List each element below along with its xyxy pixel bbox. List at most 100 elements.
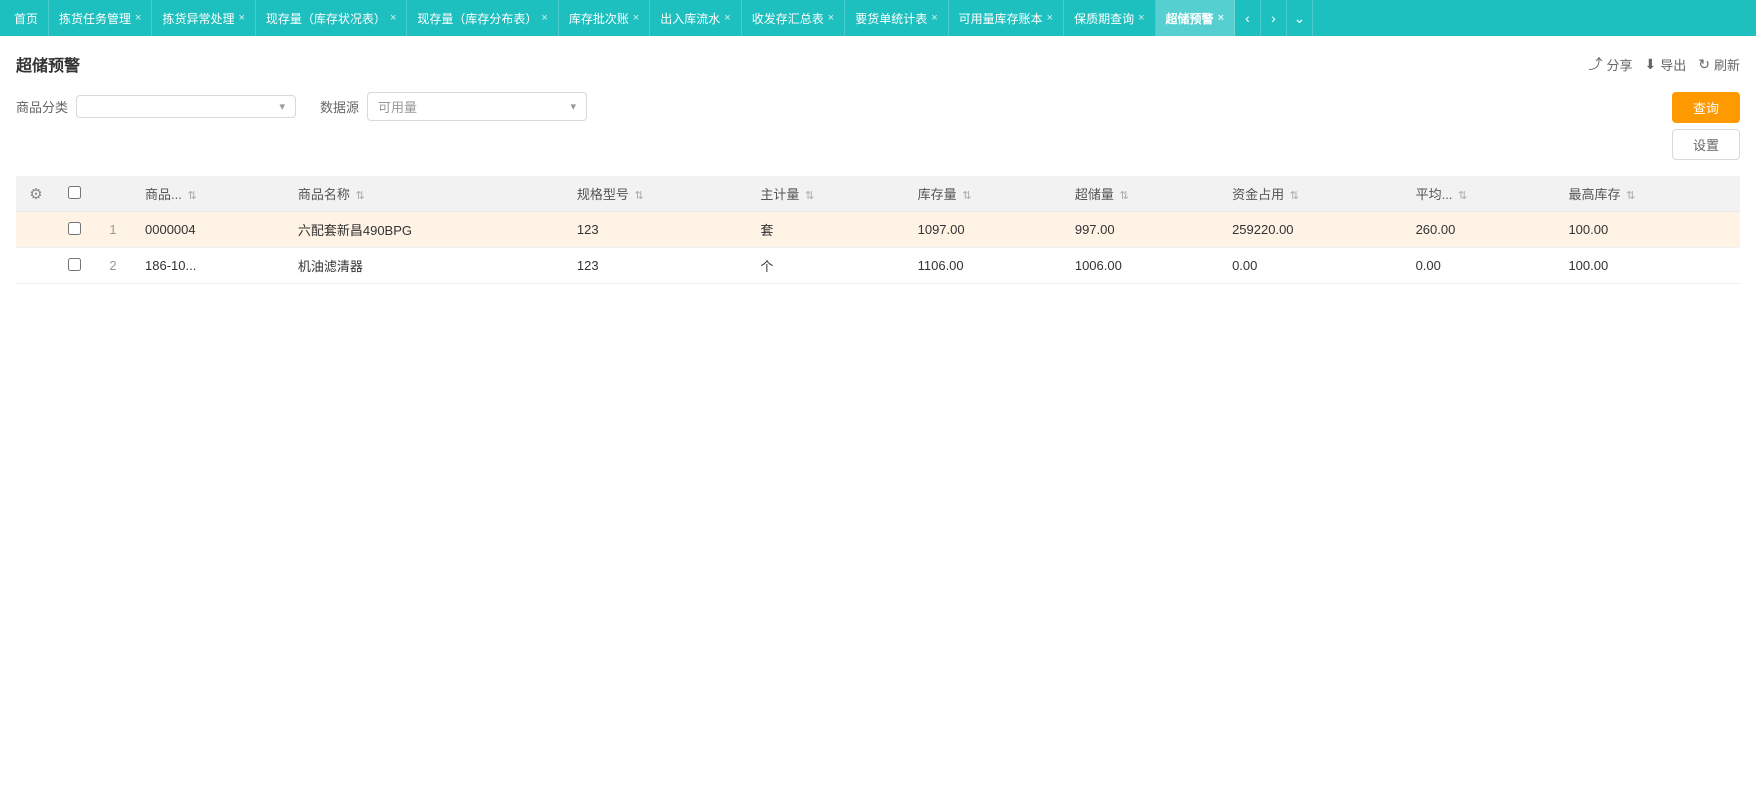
gear-icon[interactable]: ⚙ <box>29 186 42 203</box>
close-icon[interactable]: × <box>1047 12 1053 24</box>
page-header: 超储预警 ⤴ 分享 ⬇ 导出 ↻ 刷新 <box>16 52 1740 76</box>
data-table: ⚙ 商品... ⇅ 商品名称 ⇅ 规格型号 ⇅ <box>16 176 1740 284</box>
col-checkbox-header <box>56 176 93 212</box>
nav-tab-stock-dist[interactable]: 现存量（库存分布表） × <box>407 0 558 36</box>
row-product-name: 机油滤清器 <box>286 248 565 284</box>
col-num-header <box>93 176 133 212</box>
sort-icon[interactable]: ⇅ <box>1626 190 1635 202</box>
row-spec: 123 <box>565 212 749 248</box>
nav-menu-arrow[interactable]: ⌄ <box>1287 0 1313 36</box>
close-icon[interactable]: × <box>541 12 547 24</box>
export-icon: ⬇ <box>1645 56 1657 73</box>
col-avg-header: 平均... ⇅ <box>1404 176 1557 212</box>
nav-prev-arrow[interactable]: ‹ <box>1235 0 1261 36</box>
nav-tab-exception[interactable]: 拣货异常处理 × <box>152 0 255 36</box>
col-stock-header: 库存量 ⇅ <box>906 176 1063 212</box>
col-overstock-header: 超储量 ⇅ <box>1063 176 1220 212</box>
data-source-label: 数据源 <box>320 97 359 116</box>
chevron-down-icon: ▾ <box>279 100 285 113</box>
share-button[interactable]: ⤴ 分享 <box>1588 54 1632 74</box>
select-all-checkbox[interactable] <box>68 186 81 199</box>
nav-tab-avail-stock[interactable]: 可用量库存账本 × <box>949 0 1064 36</box>
col-product-code-header: 商品... ⇅ <box>133 176 286 212</box>
row-capital: 0.00 <box>1220 248 1404 284</box>
nav-tab-flow[interactable]: 出入库流水 × <box>650 0 741 36</box>
close-icon[interactable]: × <box>633 12 639 24</box>
row-capital: 259220.00 <box>1220 212 1404 248</box>
nav-tab-quality[interactable]: 保质期查询 × <box>1064 0 1155 36</box>
col-spec-header: 规格型号 ⇅ <box>565 176 749 212</box>
row-checkbox-cell <box>56 248 93 284</box>
data-source-select[interactable]: 可用量 ▾ <box>367 92 587 121</box>
close-icon[interactable]: × <box>724 12 730 24</box>
refresh-button[interactable]: ↻ 刷新 <box>1698 55 1740 74</box>
col-max-stock-header: 最高库存 ⇅ <box>1556 176 1740 212</box>
row-gear <box>16 248 56 284</box>
col-unit-header: 主计量 ⇅ <box>748 176 905 212</box>
nav-tab-task-mgmt[interactable]: 拣货任务管理 × <box>49 0 152 36</box>
row-checkbox[interactable] <box>68 258 81 271</box>
chevron-down-icon: ▾ <box>571 100 577 113</box>
sort-icon[interactable]: ⇅ <box>1119 190 1128 202</box>
row-unit: 个 <box>748 248 905 284</box>
product-category-select[interactable]: ▾ <box>76 95 296 118</box>
product-category-filter: 商品分类 ▾ <box>16 95 296 118</box>
close-icon[interactable]: × <box>390 12 396 24</box>
share-icon: ⤴ <box>1588 54 1602 74</box>
close-icon[interactable]: × <box>135 12 141 24</box>
sort-icon[interactable]: ⇅ <box>356 190 365 202</box>
row-stock: 1097.00 <box>906 212 1063 248</box>
row-max-stock: 100.00 <box>1556 212 1740 248</box>
nav-next-arrow[interactable]: › <box>1261 0 1287 36</box>
settings-button[interactable]: 设置 <box>1672 129 1740 160</box>
row-checkbox-cell <box>56 212 93 248</box>
row-product-code: 186-10... <box>133 248 286 284</box>
sort-icon[interactable]: ⇅ <box>1290 190 1299 202</box>
sort-icon[interactable]: ⇅ <box>187 190 196 202</box>
query-button[interactable]: 查询 <box>1672 92 1740 123</box>
table-header-row: ⚙ 商品... ⇅ 商品名称 ⇅ 规格型号 ⇅ <box>16 176 1740 212</box>
row-spec: 123 <box>565 248 749 284</box>
refresh-icon: ↻ <box>1698 56 1710 73</box>
sort-icon[interactable]: ⇅ <box>962 190 971 202</box>
row-checkbox[interactable] <box>68 222 81 235</box>
nav-tab-overstock[interactable]: 超储预警 × <box>1156 0 1235 36</box>
col-product-name-header: 商品名称 ⇅ <box>286 176 565 212</box>
col-capital-header: 资金占用 ⇅ <box>1220 176 1404 212</box>
row-avg: 260.00 <box>1404 212 1557 248</box>
sort-icon[interactable]: ⇅ <box>1458 190 1467 202</box>
row-overstock: 997.00 <box>1063 212 1220 248</box>
row-stock: 1106.00 <box>906 248 1063 284</box>
page-title: 超储预警 <box>16 52 80 76</box>
row-product-name: 六配套新昌490BPG <box>286 212 565 248</box>
close-icon[interactable]: × <box>1218 12 1224 24</box>
col-gear: ⚙ <box>16 176 56 212</box>
row-num: 1 <box>93 212 133 248</box>
page-content: 超储预警 ⤴ 分享 ⬇ 导出 ↻ 刷新 商品分类 ▾ <box>0 36 1756 800</box>
data-source-filter: 数据源 可用量 ▾ <box>320 92 587 121</box>
nav-tab-batch[interactable]: 库存批次账 × <box>559 0 650 36</box>
close-icon[interactable]: × <box>1138 12 1144 24</box>
sort-icon[interactable]: ⇅ <box>805 190 814 202</box>
close-icon[interactable]: × <box>931 12 937 24</box>
close-icon[interactable]: × <box>828 12 834 24</box>
table-row: 1 0000004 六配套新昌490BPG 123 套 1097.00 997.… <box>16 212 1740 248</box>
table-row: 2 186-10... 机油滤清器 123 个 1106.00 1006.00 … <box>16 248 1740 284</box>
header-actions: ⤴ 分享 ⬇ 导出 ↻ 刷新 <box>1588 54 1740 74</box>
nav-tab-home[interactable]: 首页 <box>4 0 49 36</box>
top-nav: 首页 拣货任务管理 × 拣货异常处理 × 现存量（库存状况表） × 现存量（库存… <box>0 0 1756 36</box>
row-max-stock: 100.00 <box>1556 248 1740 284</box>
product-category-label: 商品分类 <box>16 97 68 116</box>
row-gear <box>16 212 56 248</box>
filter-actions: 查询 设置 <box>1672 92 1740 160</box>
row-overstock: 1006.00 <box>1063 248 1220 284</box>
nav-tab-summary[interactable]: 收发存汇总表 × <box>742 0 845 36</box>
close-icon[interactable]: × <box>238 12 244 24</box>
export-button[interactable]: ⬇ 导出 <box>1645 55 1687 74</box>
row-product-code: 0000004 <box>133 212 286 248</box>
sort-icon[interactable]: ⇅ <box>635 190 644 202</box>
row-num: 2 <box>93 248 133 284</box>
row-unit: 套 <box>748 212 905 248</box>
nav-tab-demand[interactable]: 要货单统计表 × <box>845 0 948 36</box>
nav-tab-stock-status[interactable]: 现存量（库存状况表） × <box>256 0 407 36</box>
